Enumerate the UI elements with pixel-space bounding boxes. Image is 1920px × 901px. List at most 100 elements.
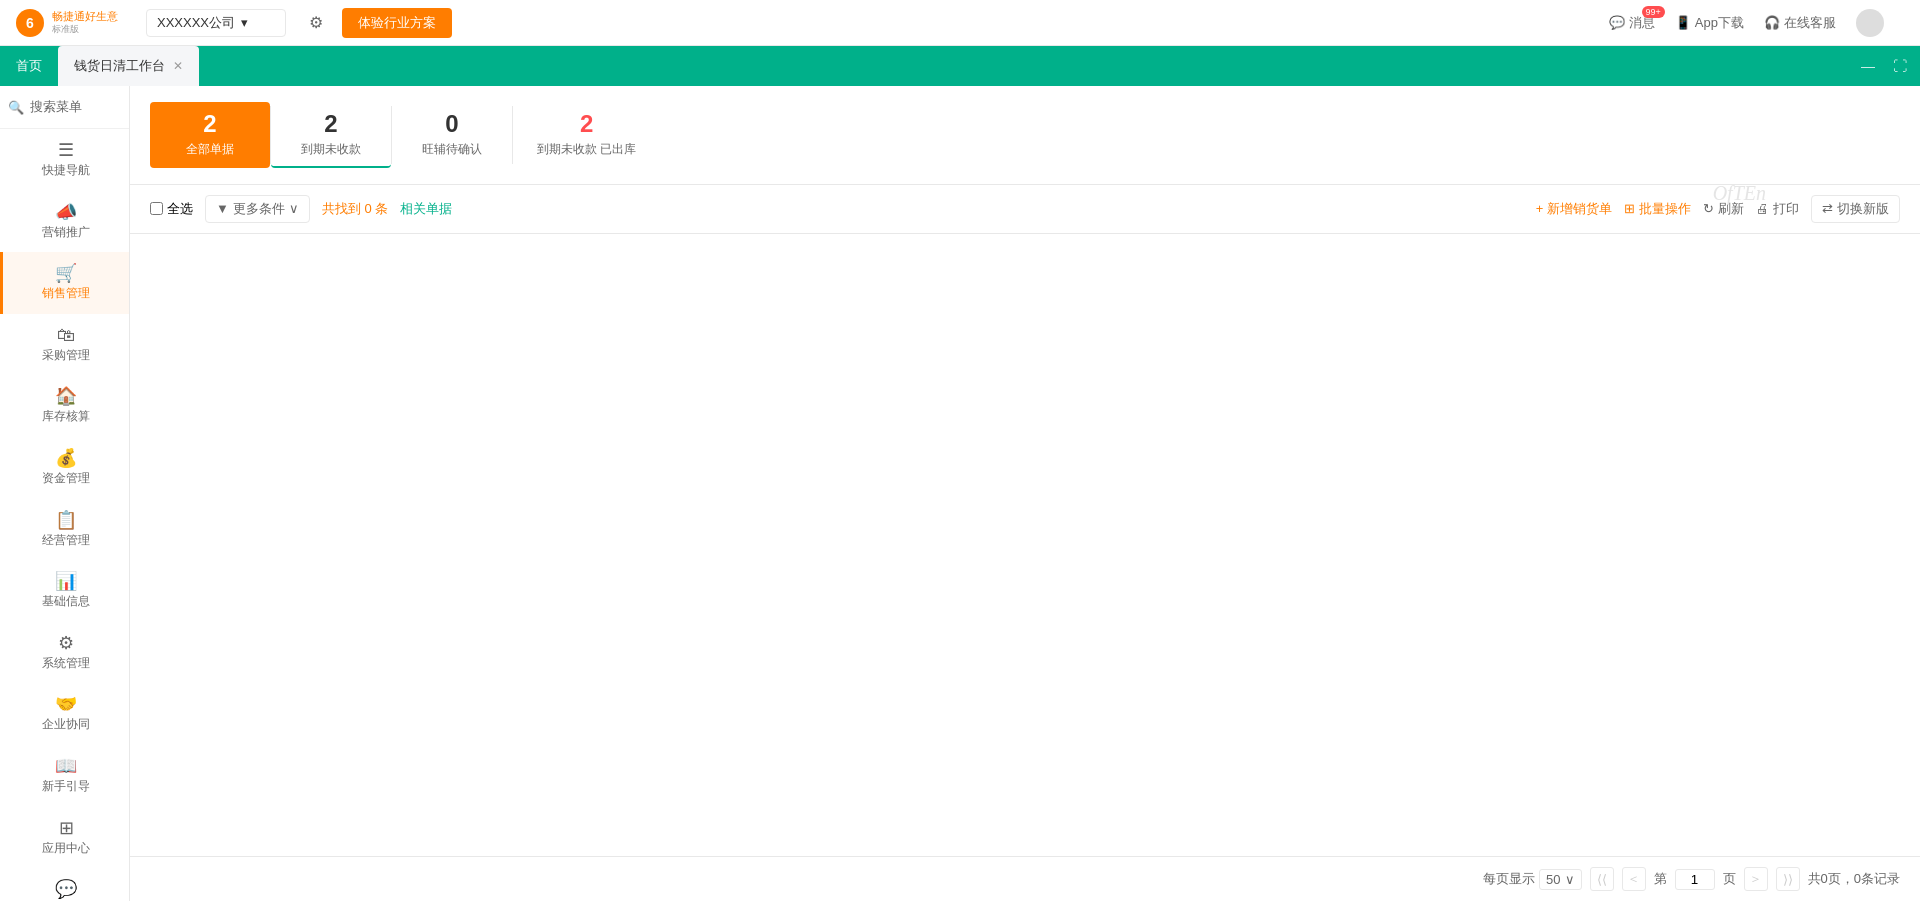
sidebar-item-marketing[interactable]: 📣 营销推广: [0, 191, 129, 253]
quick-nav-icon: ☰: [58, 141, 74, 159]
nav-tabs: 首页 钱货日清工作台 ✕ — ⛶: [0, 46, 1920, 86]
app-center-icon: ⊞: [59, 819, 74, 837]
page-size-selector: 每页显示 50 ∨: [1483, 869, 1581, 890]
company-selector[interactable]: XXXXXX公司 ▾: [146, 9, 286, 37]
found-prefix: 共找到: [322, 201, 361, 216]
phone-icon: 📱: [1675, 15, 1691, 30]
sidebar: 🔍 搜索菜单 ☰ 快捷导航 📣 营销推广 🛒 销售管理 🛍 采购管理 🏠 库存核…: [0, 86, 130, 901]
stat-label-pending: 旺辅待确认: [422, 141, 482, 158]
sidebar-item-purchase[interactable]: 🛍 采购管理: [0, 314, 129, 376]
pagination: 每页显示 50 ∨ ⟨⟨ ＜ 第 页 ＞ ⟩⟩ 共0页，0条记录: [130, 856, 1920, 901]
search-menu-item[interactable]: 🔍 搜索菜单: [0, 86, 129, 129]
logo-icon: 6: [16, 9, 44, 37]
filter-icon: ▼: [216, 201, 229, 216]
more-filter-button[interactable]: ▼ 更多条件 ∨: [205, 195, 310, 223]
online-service-label: 在线客服: [1784, 14, 1836, 32]
sidebar-item-sales[interactable]: 🛒 销售管理: [0, 252, 129, 314]
stat-card-all[interactable]: 2 全部单据: [150, 102, 270, 168]
related-orders-link[interactable]: 相关单据: [400, 200, 452, 218]
stat-label-all: 全部单据: [186, 141, 234, 158]
avatar[interactable]: [1856, 9, 1884, 37]
batch-ops-button[interactable]: ⊞ 批量操作: [1624, 200, 1691, 218]
switch-icon: ⇄: [1822, 201, 1833, 216]
app-download-button[interactable]: 📱 App下载: [1675, 14, 1744, 32]
tab-right-controls: — ⛶: [1856, 54, 1920, 78]
batch-ops-label: 批量操作: [1639, 200, 1691, 218]
switch-label: 切换新版: [1837, 200, 1889, 218]
top-header: 6 畅捷通好生意 标准版 XXXXXX公司 ▾ ⚙ 体验行业方案 💬 消息 99…: [0, 0, 1920, 46]
page-size-box[interactable]: 50 ∨: [1539, 869, 1581, 890]
sidebar-item-wechat[interactable]: 💬 企业微信: [0, 868, 129, 901]
stat-card-pending[interactable]: 0 旺辅待确认: [392, 102, 512, 168]
sidebar-item-inventory[interactable]: 🏠 库存核算: [0, 375, 129, 437]
system-icon: ⚙: [58, 634, 74, 652]
stats-row: 2 全部单据 2 到期未收款 0 旺辅待确认 2 到期未收款 已出库: [130, 86, 1920, 185]
total-info: 共0页，0条记录: [1808, 870, 1900, 888]
main-content: 2 全部单据 2 到期未收款 0 旺辅待确认 2 到期未收款 已出库: [130, 86, 1920, 901]
search-menu-label: 搜索菜单: [30, 98, 82, 116]
sidebar-label-enterprise-collab: 企业协同: [42, 717, 90, 733]
page-number-input[interactable]: [1675, 869, 1715, 890]
sidebar-label-system: 系统管理: [42, 656, 90, 672]
sidebar-label-inventory: 库存核算: [42, 409, 90, 425]
dropdown-arrow-icon: ▾: [241, 15, 248, 30]
add-order-button[interactable]: + 新增销货单: [1536, 200, 1612, 218]
stat-number-overdue: 2: [324, 110, 337, 139]
last-page-button[interactable]: ⟩⟩: [1776, 867, 1800, 891]
stat-card-shipped[interactable]: 2 到期未收款 已出库: [513, 102, 660, 168]
messages-button[interactable]: 💬 消息 99+: [1609, 14, 1655, 32]
found-count-text: 共找到 0 条: [322, 200, 388, 218]
tab-work-station[interactable]: 钱货日清工作台 ✕: [58, 46, 199, 86]
per-page-label: 每页显示: [1483, 870, 1535, 888]
switch-version-button[interactable]: ⇄ 切换新版: [1811, 195, 1900, 223]
sidebar-item-app-center[interactable]: ⊞ 应用中心: [0, 807, 129, 869]
main-layout: 🔍 搜索菜单 ☰ 快捷导航 📣 营销推广 🛒 销售管理 🛍 采购管理 🏠 库存核…: [0, 86, 1920, 901]
sidebar-item-basic-info[interactable]: 📊 基础信息: [0, 560, 129, 622]
app-download-label: App下载: [1695, 14, 1744, 32]
enterprise-collab-icon: 🤝: [55, 695, 77, 713]
sidebar-item-business[interactable]: 📋 经营管理: [0, 499, 129, 561]
funds-icon: 💰: [55, 449, 77, 467]
stat-label-overdue: 到期未收款: [301, 141, 361, 158]
close-tab-icon[interactable]: ✕: [173, 59, 183, 73]
select-all-label: 全选: [167, 200, 193, 218]
message-icon: 💬: [1609, 15, 1625, 30]
company-name: XXXXXX公司: [157, 14, 235, 32]
first-page-button[interactable]: ⟨⟨: [1590, 867, 1614, 891]
checkbox-input[interactable]: [150, 202, 163, 215]
sidebar-label-sales: 销售管理: [42, 286, 90, 302]
sidebar-item-system[interactable]: ⚙ 系统管理: [0, 622, 129, 684]
header-actions: ⚙ 体验行业方案: [302, 8, 452, 38]
stat-card-overdue[interactable]: 2 到期未收款: [271, 102, 391, 168]
sidebar-item-enterprise-collab[interactable]: 🤝 企业协同: [0, 683, 129, 745]
select-all-checkbox[interactable]: 全选: [150, 200, 193, 218]
tab-home[interactable]: 首页: [0, 46, 58, 86]
expand-icon[interactable]: ⛶: [1888, 54, 1912, 78]
experience-button[interactable]: 体验行业方案: [342, 8, 452, 38]
sidebar-item-quick-nav[interactable]: ☰ 快捷导航: [0, 129, 129, 191]
stat-number-all: 2: [203, 110, 216, 139]
minimize-icon[interactable]: —: [1856, 54, 1880, 78]
app-badge: 标准版: [52, 23, 118, 36]
table-area: [130, 234, 1920, 856]
online-service-button[interactable]: 🎧 在线客服: [1764, 14, 1836, 32]
print-label: 打印: [1773, 200, 1799, 218]
sidebar-item-funds[interactable]: 💰 资金管理: [0, 437, 129, 499]
sidebar-label-basic-info: 基础信息: [42, 594, 90, 610]
settings-icon[interactable]: ⚙: [302, 9, 330, 37]
toolbar: 全选 ▼ 更多条件 ∨ 共找到 0 条 相关单据 + 新增销货单 ⊞: [130, 185, 1920, 234]
per-page-arrow-icon: ∨: [1565, 872, 1575, 887]
basic-info-icon: 📊: [55, 572, 77, 590]
sales-icon: 🛒: [55, 264, 77, 282]
tab-home-label: 首页: [16, 57, 42, 75]
page-suffix-label: 页: [1723, 870, 1736, 888]
header-right: 💬 消息 99+ 📱 App下载 🎧 在线客服: [1609, 9, 1904, 37]
prev-page-button[interactable]: ＜: [1622, 867, 1646, 891]
tab-work-station-label: 钱货日清工作台: [74, 57, 165, 75]
sidebar-label-funds: 资金管理: [42, 471, 90, 487]
next-page-button[interactable]: ＞: [1744, 867, 1768, 891]
stat-number-shipped: 2: [580, 110, 593, 139]
content-area: 2 全部单据 2 到期未收款 0 旺辅待确认 2 到期未收款 已出库: [130, 86, 1920, 901]
search-icon: 🔍: [8, 100, 24, 115]
sidebar-item-guide[interactable]: 📖 新手引导: [0, 745, 129, 807]
